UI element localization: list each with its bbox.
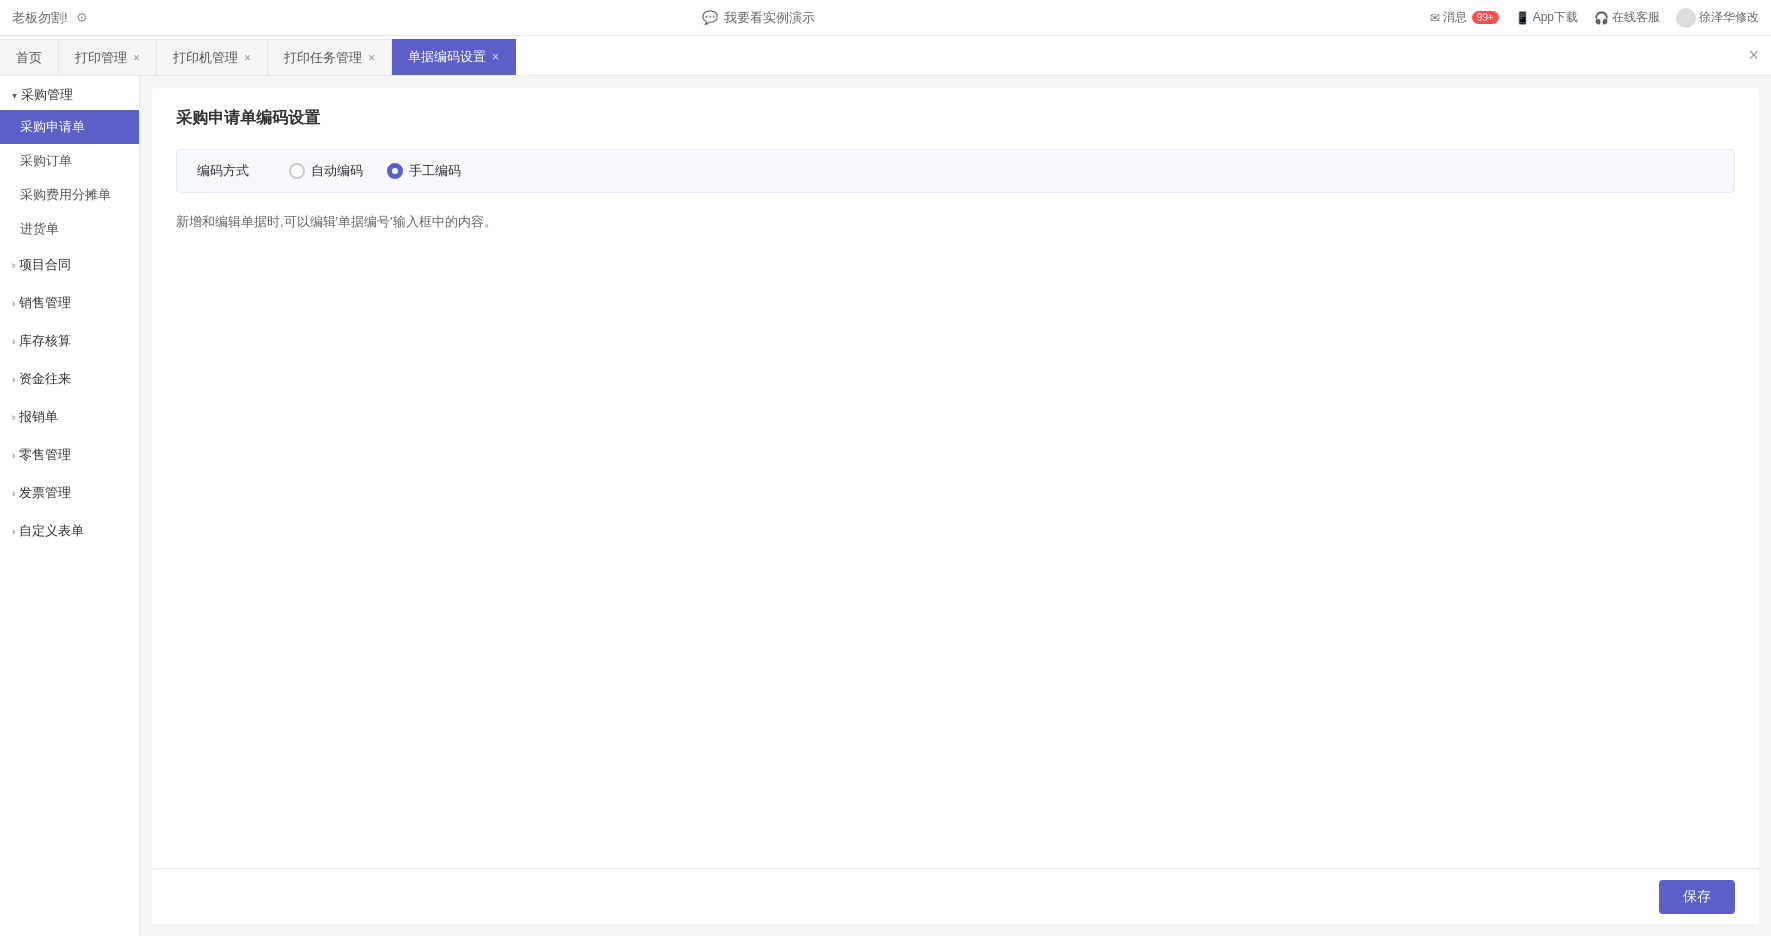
tab-print-task-mgmt-label: 打印任务管理 bbox=[284, 49, 362, 67]
radio-auto-code[interactable]: 自动编码 bbox=[289, 162, 363, 180]
app-download-label: App下载 bbox=[1533, 9, 1578, 26]
online-service-btn[interactable]: 🎧 在线客服 bbox=[1594, 9, 1660, 26]
chevron-right-icon-4: › bbox=[12, 374, 15, 385]
sidebar-group-sales-mgmt[interactable]: › 销售管理 bbox=[0, 284, 139, 322]
sidebar-item-purchase-expense-label: 采购费用分摊单 bbox=[20, 187, 111, 202]
online-service-label: 在线客服 bbox=[1612, 9, 1660, 26]
chevron-right-icon-2: › bbox=[12, 298, 15, 309]
tab-bar-close-btn[interactable]: × bbox=[1736, 45, 1771, 66]
chevron-right-icon-6: › bbox=[12, 450, 15, 461]
sidebar-group-sales-mgmt-label: 销售管理 bbox=[19, 294, 71, 312]
top-bar-left: 老板勿割! ⚙ bbox=[12, 9, 88, 27]
tab-printer-mgmt[interactable]: 打印机管理 × bbox=[157, 39, 268, 75]
page-title: 采购申请单编码设置 bbox=[176, 108, 1735, 129]
demo-text: 我要看实例演示 bbox=[724, 9, 815, 27]
tab-single-code-settings-label: 单据编码设置 bbox=[408, 48, 486, 66]
sidebar-group-capital-label: 资金往来 bbox=[19, 370, 71, 388]
sidebar-group-retail-mgmt-label: 零售管理 bbox=[19, 446, 71, 464]
sidebar-group-custom-form[interactable]: › 自定义表单 bbox=[0, 512, 139, 550]
tab-print-task-mgmt[interactable]: 打印任务管理 × bbox=[268, 39, 392, 75]
tab-print-mgmt-close[interactable]: × bbox=[133, 52, 140, 64]
tab-print-task-mgmt-close[interactable]: × bbox=[368, 52, 375, 64]
main-layout: ▾ 采购管理 采购申请单 采购订单 采购费用分摊单 进货单 › 项目合同 › 销… bbox=[0, 76, 1771, 936]
sidebar-item-purchase-request-label: 采购申请单 bbox=[20, 119, 85, 134]
tab-single-code-settings-close[interactable]: × bbox=[492, 51, 499, 63]
tab-print-mgmt[interactable]: 打印管理 × bbox=[59, 39, 157, 75]
tab-home[interactable]: 首页 bbox=[0, 39, 59, 75]
sidebar-group-purchase: ▾ 采购管理 采购申请单 采购订单 采购费用分摊单 进货单 bbox=[0, 76, 139, 246]
demo-link[interactable]: 💬 我要看实例演示 bbox=[702, 9, 815, 27]
sidebar-group-inventory-label: 库存核算 bbox=[19, 332, 71, 350]
content-area: 采购申请单编码设置 编码方式 自动编码 手工编码 新增和编辑单据时,可以编辑'单… bbox=[140, 76, 1771, 936]
sidebar-item-purchase-request[interactable]: 采购申请单 bbox=[0, 110, 139, 144]
chevron-right-icon-7: › bbox=[12, 488, 15, 499]
sidebar-group-retail-mgmt[interactable]: › 零售管理 bbox=[0, 436, 139, 474]
encode-method-label: 编码方式 bbox=[197, 162, 249, 180]
top-bar-right: ✉ 消息 99+ 📱 App下载 🎧 在线客服 徐泽华修改 bbox=[1430, 8, 1759, 28]
phone-icon: 📱 bbox=[1515, 11, 1530, 25]
brand-text: 老板勿割! bbox=[12, 9, 68, 27]
message-icon: ✉ bbox=[1430, 11, 1440, 25]
sidebar-group-return-sales-label: 报销单 bbox=[19, 408, 58, 426]
bottom-bar: 保存 bbox=[152, 868, 1759, 924]
avatar bbox=[1676, 8, 1696, 28]
message-btn[interactable]: ✉ 消息 99+ bbox=[1430, 9, 1499, 26]
tab-bar: 首页 打印管理 × 打印机管理 × 打印任务管理 × 单据编码设置 × × bbox=[0, 36, 1771, 76]
tab-home-label: 首页 bbox=[16, 49, 42, 67]
app-download-btn[interactable]: 📱 App下载 bbox=[1515, 9, 1578, 26]
headset-icon: 🎧 bbox=[1594, 11, 1609, 25]
radio-auto-code-label: 自动编码 bbox=[311, 162, 363, 180]
sidebar-item-purchase-order[interactable]: 采购订单 bbox=[0, 144, 139, 178]
sidebar-group-project-contract[interactable]: › 项目合同 bbox=[0, 246, 139, 284]
sidebar-group-purchase-title[interactable]: ▾ 采购管理 bbox=[0, 76, 139, 110]
sidebar-item-purchase-order-label: 采购订单 bbox=[20, 153, 72, 168]
tab-printer-mgmt-close[interactable]: × bbox=[244, 52, 251, 64]
user-profile[interactable]: 徐泽华修改 bbox=[1676, 8, 1759, 28]
sidebar-item-stock-in[interactable]: 进货单 bbox=[0, 212, 139, 246]
content-inner: 采购申请单编码设置 编码方式 自动编码 手工编码 新增和编辑单据时,可以编辑'单… bbox=[152, 88, 1759, 868]
sidebar-group-return-sales[interactable]: › 报销单 bbox=[0, 398, 139, 436]
encode-section: 编码方式 自动编码 手工编码 bbox=[176, 149, 1735, 193]
settings-icon[interactable]: ⚙ bbox=[76, 10, 88, 25]
sidebar-item-stock-in-label: 进货单 bbox=[20, 221, 59, 236]
sidebar: ▾ 采购管理 采购申请单 采购订单 采购费用分摊单 进货单 › 项目合同 › 销… bbox=[0, 76, 140, 936]
chevron-down-icon: ▾ bbox=[12, 90, 17, 101]
user-name: 徐泽华修改 bbox=[1699, 9, 1759, 26]
chevron-right-icon-5: › bbox=[12, 412, 15, 423]
demo-icon: 💬 bbox=[702, 10, 718, 25]
description-text: 新增和编辑单据时,可以编辑'单据编号'输入框中的内容。 bbox=[176, 213, 1735, 231]
chevron-right-icon-8: › bbox=[12, 526, 15, 537]
sidebar-group-custom-form-label: 自定义表单 bbox=[19, 522, 84, 540]
tab-single-code-settings[interactable]: 单据编码设置 × bbox=[392, 39, 516, 75]
top-bar: 老板勿割! ⚙ 💬 我要看实例演示 ✉ 消息 99+ 📱 App下载 🎧 在线客… bbox=[0, 0, 1771, 36]
sidebar-group-capital[interactable]: › 资金往来 bbox=[0, 360, 139, 398]
sidebar-group-invoice-mgmt[interactable]: › 发票管理 bbox=[0, 474, 139, 512]
sidebar-group-invoice-mgmt-label: 发票管理 bbox=[19, 484, 71, 502]
sidebar-group-purchase-label: 采购管理 bbox=[21, 86, 73, 104]
radio-group: 自动编码 手工编码 bbox=[289, 162, 461, 180]
tab-printer-mgmt-label: 打印机管理 bbox=[173, 49, 238, 67]
radio-manual-code-label: 手工编码 bbox=[409, 162, 461, 180]
message-badge: 99+ bbox=[1472, 11, 1499, 24]
radio-manual-code-circle bbox=[387, 163, 403, 179]
chevron-right-icon-3: › bbox=[12, 336, 15, 347]
radio-auto-code-circle bbox=[289, 163, 305, 179]
save-button[interactable]: 保存 bbox=[1659, 880, 1735, 914]
radio-manual-code[interactable]: 手工编码 bbox=[387, 162, 461, 180]
sidebar-item-purchase-expense[interactable]: 采购费用分摊单 bbox=[0, 178, 139, 212]
message-label: 消息 bbox=[1443, 9, 1467, 26]
tab-print-mgmt-label: 打印管理 bbox=[75, 49, 127, 67]
sidebar-group-project-contract-label: 项目合同 bbox=[19, 256, 71, 274]
chevron-right-icon: › bbox=[12, 260, 15, 271]
sidebar-group-inventory[interactable]: › 库存核算 bbox=[0, 322, 139, 360]
